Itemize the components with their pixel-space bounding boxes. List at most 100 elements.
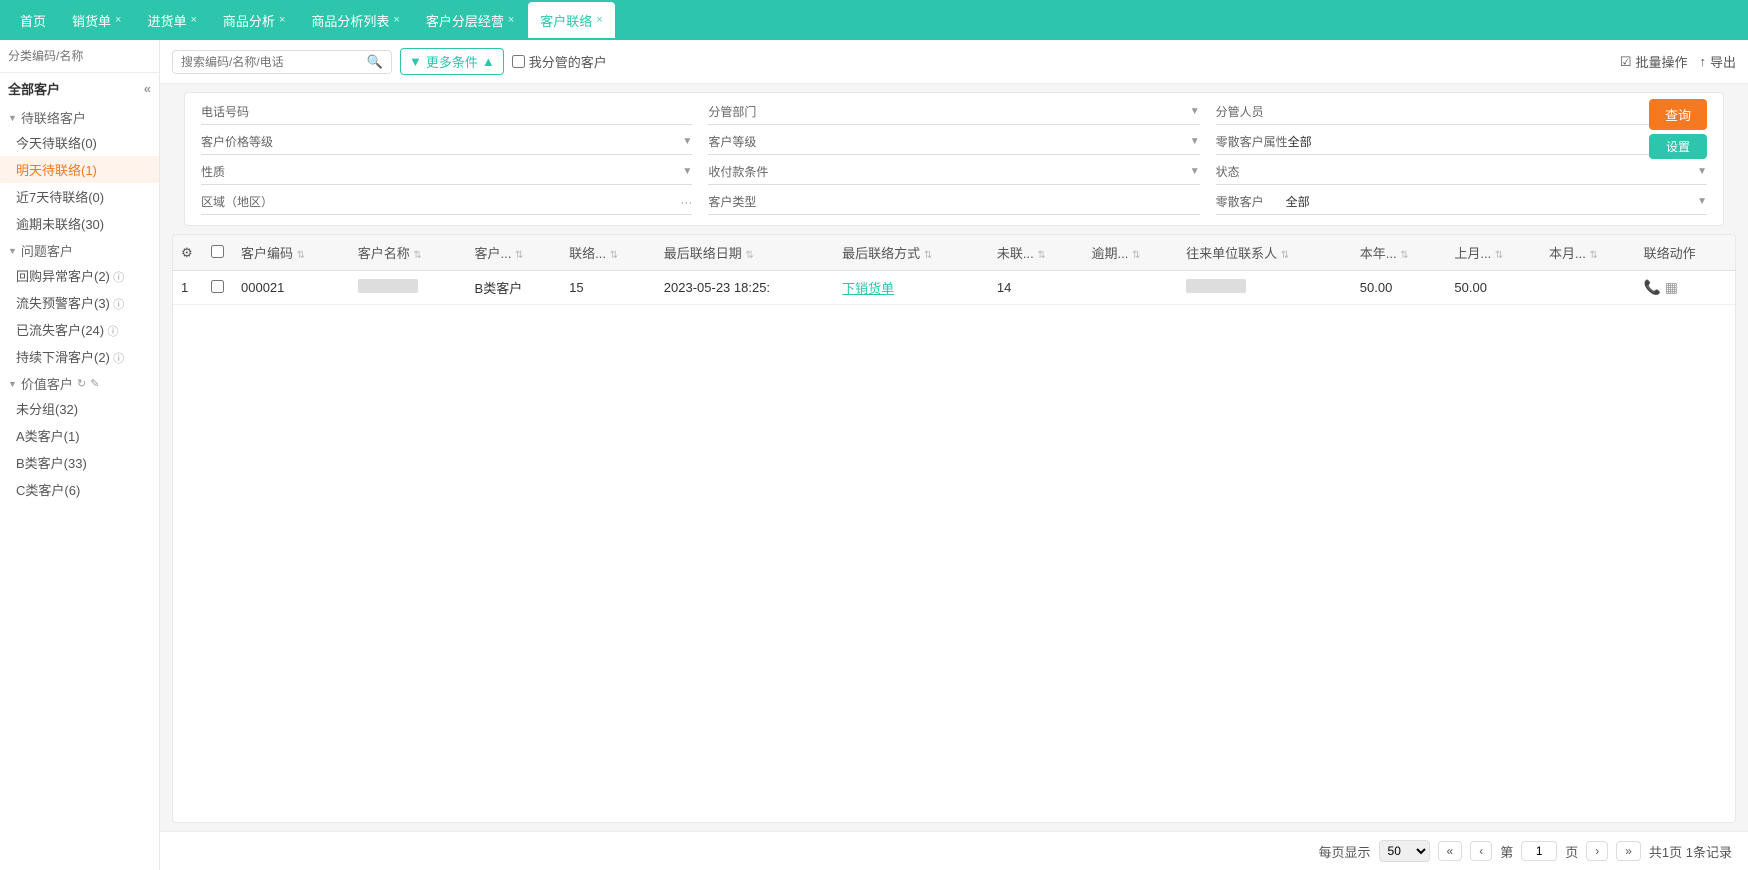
action-more-icon[interactable]: ▦: [1665, 279, 1678, 295]
th-last-month[interactable]: 上月... ⇅: [1446, 235, 1541, 271]
td-name: [350, 271, 467, 305]
td-type: B类客户: [467, 271, 562, 305]
close-icon[interactable]: ×: [596, 14, 602, 26]
nav-product-analysis[interactable]: 商品分析 ×: [211, 2, 297, 38]
sidebar-item-tomorrow-contact[interactable]: 明天待联络(1): [0, 156, 159, 183]
filter-scatter-attr: 零散客户属性 全部 ▼: [1216, 133, 1707, 155]
value-group-label: 价值客户 ↻ ✎: [0, 370, 159, 395]
th-gear[interactable]: ⚙: [173, 235, 203, 271]
th-contact-person[interactable]: 往来单位联系人 ⇅: [1178, 235, 1352, 271]
checkbox-icon: ☑: [1620, 54, 1632, 70]
my-customers-checkbox-label[interactable]: 我分管的客户: [512, 52, 607, 71]
chevron-down-icon[interactable]: ▼: [682, 136, 692, 147]
th-name[interactable]: 客户名称 ⇅: [350, 235, 467, 271]
sort-icon[interactable]: ⇅: [610, 250, 618, 261]
nav-sales-order[interactable]: 销货单 ×: [60, 2, 133, 38]
th-checkbox[interactable]: [203, 235, 233, 271]
sort-icon[interactable]: ⇅: [1037, 250, 1045, 261]
page-number-input[interactable]: [1521, 841, 1557, 861]
sidebar-item-today-contact[interactable]: 今天待联络(0): [0, 129, 159, 156]
sort-icon[interactable]: ⇅: [1281, 250, 1289, 261]
table-area: ⚙ 客户编码 ⇅ 客户名称 ⇅: [172, 234, 1736, 823]
td-action[interactable]: 📞 ▦: [1636, 271, 1735, 305]
sidebar-item-abnormal-repurchase[interactable]: 回购异常客户(2) ⓘ: [0, 262, 159, 289]
search-input[interactable]: [181, 55, 363, 69]
last-page-btn[interactable]: »: [1616, 841, 1641, 861]
th-this-month[interactable]: 本月... ⇅: [1541, 235, 1636, 271]
nav-home[interactable]: 首页: [8, 2, 58, 38]
sort-icon[interactable]: ⇅: [413, 250, 421, 261]
search-box: 🔍: [172, 50, 392, 74]
select-all-checkbox[interactable]: [211, 245, 224, 258]
sort-icon[interactable]: ⇅: [515, 250, 523, 261]
filter-btn[interactable]: ▼ 更多条件 ▲: [400, 48, 504, 75]
th-this-year[interactable]: 本年... ⇅: [1352, 235, 1447, 271]
chevron-down-icon[interactable]: ▼: [1190, 166, 1200, 177]
close-icon[interactable]: ×: [508, 14, 514, 26]
sort-icon[interactable]: ⇅: [745, 250, 753, 261]
sort-icon[interactable]: ⇅: [1400, 250, 1408, 261]
chevron-down-icon[interactable]: ▼: [682, 166, 692, 177]
all-customers-header[interactable]: 全部客户 «: [0, 73, 159, 104]
more-icon[interactable]: ···: [680, 195, 692, 209]
th-overdue[interactable]: 逾期... ⇅: [1084, 235, 1179, 271]
gear-icon[interactable]: ⚙: [181, 245, 193, 260]
settings-button[interactable]: 设置: [1649, 134, 1707, 159]
nav-product-analysis-list[interactable]: 商品分析列表 ×: [299, 2, 411, 38]
main-layout: 🔍 全部客户 « 待联络客户 今天待联络(0) 明天待联络(1) 近7天待联络(…: [0, 40, 1748, 870]
td-checkbox[interactable]: [203, 271, 233, 305]
sort-icon[interactable]: ⇅: [297, 250, 305, 261]
sidebar-item-class-b[interactable]: B类客户(33): [0, 449, 159, 476]
sidebar-item-overdue-contact[interactable]: 逾期未联络(30): [0, 210, 159, 237]
prev-page-btn[interactable]: ‹: [1470, 841, 1492, 861]
search-icon[interactable]: 🔍: [367, 54, 383, 70]
chevron-down-icon[interactable]: ▼: [1190, 106, 1200, 117]
th-last-method[interactable]: 最后联络方式 ⇅: [834, 235, 989, 271]
th-last-date[interactable]: 最后联络日期 ⇅: [656, 235, 834, 271]
collapse-icon[interactable]: «: [144, 81, 151, 96]
filter-status: 状态 ▼: [1216, 163, 1707, 185]
sidebar-item-declining[interactable]: 持续下滑客户(2) ⓘ: [0, 343, 159, 370]
th-contact[interactable]: 联络... ⇅: [561, 235, 656, 271]
td-index: 1: [173, 271, 203, 305]
toolbar-right: ☑ 批量操作 ↑ 导出: [1620, 52, 1736, 71]
sidebar-search-input[interactable]: [8, 49, 160, 63]
sort-icon[interactable]: ⇅: [1495, 250, 1503, 261]
td-last-method[interactable]: 下销货单: [834, 271, 989, 305]
th-code[interactable]: 客户编码 ⇅: [233, 235, 350, 271]
chevron-down-icon[interactable]: ▼: [1190, 136, 1200, 147]
close-icon[interactable]: ×: [115, 14, 121, 26]
sidebar-item-churn-warning[interactable]: 流失预警客户(3) ⓘ: [0, 289, 159, 316]
action-phone-icon[interactable]: 📞: [1644, 279, 1661, 295]
sidebar-item-churned[interactable]: 已流失客户(24) ⓘ: [0, 316, 159, 343]
th-uncontacted[interactable]: 未联... ⇅: [989, 235, 1084, 271]
query-button[interactable]: 查询: [1649, 99, 1707, 130]
nav-customer-contact[interactable]: 客户联络 ×: [528, 2, 614, 38]
nav-customer-tier[interactable]: 客户分层经营 ×: [414, 2, 526, 38]
sidebar-item-class-c[interactable]: C类客户(6): [0, 476, 159, 503]
my-customers-checkbox[interactable]: [512, 55, 525, 68]
sidebar-item-class-a[interactable]: A类客户(1): [0, 422, 159, 449]
close-icon[interactable]: ×: [393, 14, 399, 26]
sidebar-item-ungrouped[interactable]: 未分组(32): [0, 395, 159, 422]
sort-icon[interactable]: ⇅: [924, 250, 932, 261]
sort-icon[interactable]: ⇅: [1590, 250, 1598, 261]
problem-group-label: 问题客户: [0, 237, 159, 262]
row-checkbox[interactable]: [211, 280, 224, 293]
sort-icon[interactable]: ⇅: [1132, 250, 1140, 261]
first-page-btn[interactable]: «: [1438, 841, 1463, 861]
sidebar-item-7days-contact[interactable]: 近7天待联络(0): [0, 183, 159, 210]
export-btn[interactable]: ↑ 导出: [1699, 52, 1736, 71]
th-type[interactable]: 客户... ⇅: [467, 235, 562, 271]
batch-btn[interactable]: ☑ 批量操作: [1620, 52, 1688, 71]
customer-name-blurred: [358, 279, 418, 293]
close-icon[interactable]: ×: [190, 14, 196, 26]
chevron-down-icon[interactable]: ▼: [1697, 196, 1707, 207]
nav-purchase-order[interactable]: 进货单 ×: [135, 2, 208, 38]
next-page-btn[interactable]: ›: [1586, 841, 1608, 861]
page-size-select[interactable]: 50 20 100: [1379, 840, 1430, 862]
filter-phone: 电话号码: [201, 103, 692, 125]
toolbar: 🔍 ▼ 更多条件 ▲ 我分管的客户 ☑ 批量操作 ↑ 导出: [160, 40, 1748, 84]
close-icon[interactable]: ×: [279, 14, 285, 26]
chevron-down-icon[interactable]: ▼: [1697, 166, 1707, 177]
